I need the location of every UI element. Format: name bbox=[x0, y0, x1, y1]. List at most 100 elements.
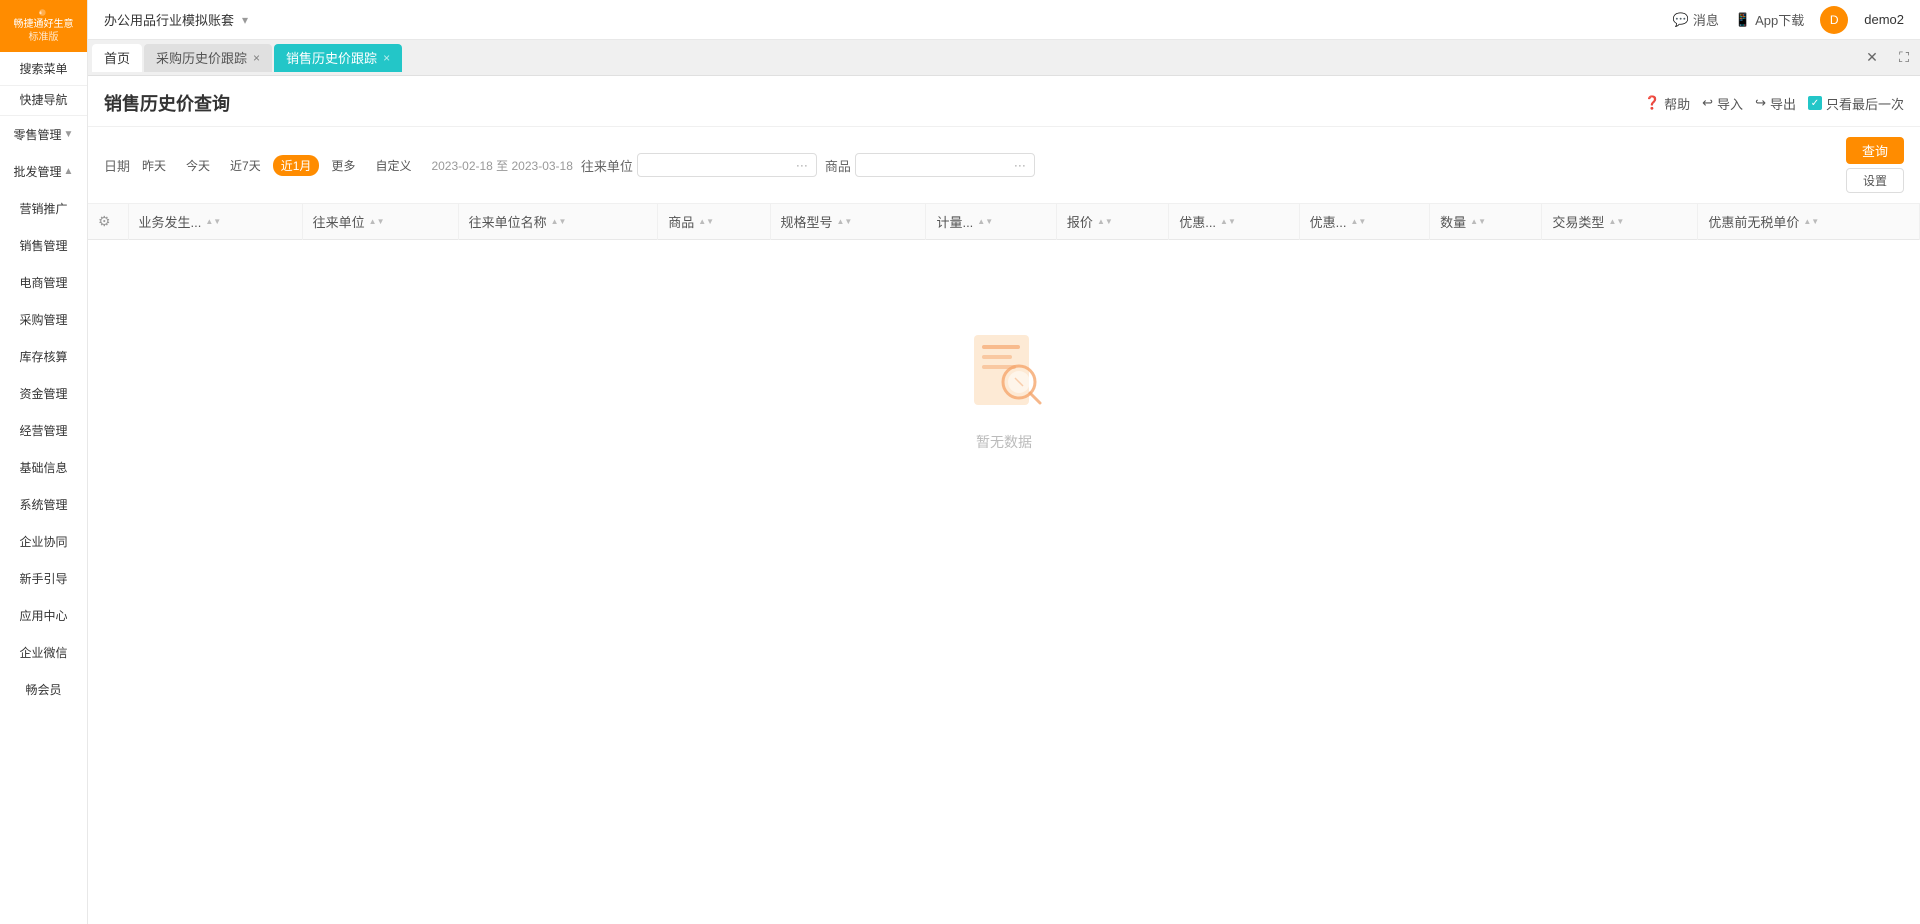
sidebar-item-inventory[interactable]: 库存核算 bbox=[0, 338, 87, 375]
checkbox-teal-icon: ✓ bbox=[1808, 96, 1822, 110]
col-biz-date[interactable]: 业务发生... ▲▼ bbox=[128, 204, 302, 240]
help-icon: ❓ bbox=[1644, 95, 1660, 111]
app-download-button[interactable]: 📱 App下载 bbox=[1735, 10, 1804, 29]
date-option-last7[interactable]: 近7天 bbox=[222, 155, 269, 176]
sidebar-item-vip[interactable]: 畅会员 bbox=[0, 671, 87, 708]
col-quantity[interactable]: 数量 ▲▼ bbox=[1430, 204, 1542, 240]
product-filter: 商品 ··· bbox=[825, 153, 1035, 177]
tab-purchase-close-icon[interactable]: × bbox=[253, 51, 260, 65]
sidebar-item-basics[interactable]: 基础信息 bbox=[0, 449, 87, 486]
col-spec[interactable]: 规格型号 ▲▼ bbox=[770, 204, 926, 240]
sidebar-item-newbie[interactable]: 新手引导 bbox=[0, 560, 87, 597]
sort-icon: ▲▼ bbox=[1803, 217, 1819, 226]
search-menu[interactable]: 搜索菜单 bbox=[0, 52, 87, 86]
quick-nav[interactable]: 快捷导航 bbox=[0, 86, 87, 116]
close-tab-button[interactable]: ✕ bbox=[1860, 46, 1884, 70]
sort-icon: ▲▼ bbox=[698, 217, 714, 226]
sidebar-item-wholesale[interactable]: 批发管理 ▲ bbox=[0, 153, 87, 190]
col-product-label: 商品 bbox=[668, 212, 694, 231]
help-label: 帮助 bbox=[1664, 94, 1690, 113]
system-label: 系统管理 bbox=[19, 496, 67, 513]
col-counterpart-name-label: 往来单位名称 bbox=[469, 212, 547, 231]
sidebar-item-marketing[interactable]: 营销推广 bbox=[0, 190, 87, 227]
col-quote[interactable]: 报价 ▲▼ bbox=[1056, 204, 1168, 240]
date-option-today[interactable]: 今天 bbox=[178, 155, 218, 176]
gear-icon: ⚙ bbox=[98, 213, 111, 229]
sort-icon: ▲▼ bbox=[1351, 217, 1367, 226]
topbar-left: 办公用品行业模拟账套 ▾ bbox=[104, 10, 248, 29]
topbar-title: 办公用品行业模拟账套 bbox=[104, 10, 234, 29]
col-pre-tax-price[interactable]: 优惠前无税单价 ▲▼ bbox=[1698, 204, 1920, 240]
date-option-yesterday[interactable]: 昨天 bbox=[134, 155, 174, 176]
sort-icon: ▲▼ bbox=[977, 217, 993, 226]
col-discount1[interactable]: 优惠... ▲▼ bbox=[1169, 204, 1299, 240]
message-label: 消息 bbox=[1693, 10, 1719, 29]
only-last-label: 只看最后一次 bbox=[1826, 94, 1904, 113]
tab-home-label: 首页 bbox=[104, 48, 130, 67]
purchase-label: 采购管理 bbox=[19, 311, 67, 328]
sidebar-item-finance[interactable]: 资金管理 bbox=[0, 375, 87, 412]
app-name: 畅捷通好生意 bbox=[14, 19, 74, 31]
sidebar-item-purchase[interactable]: 采购管理 bbox=[0, 301, 87, 338]
sidebar-item-system[interactable]: 系统管理 bbox=[0, 486, 87, 523]
inventory-label: 库存核算 bbox=[19, 348, 67, 365]
sort-icon: ▲▼ bbox=[1220, 217, 1236, 226]
sidebar-item-appcenter[interactable]: 应用中心 bbox=[0, 597, 87, 634]
date-filter: 日期 昨天 今天 近7天 近1月 更多 自定义 bbox=[104, 155, 419, 176]
counterpart-input[interactable]: ··· bbox=[637, 153, 817, 177]
sidebar-item-retail[interactable]: 零售管理 ▼ bbox=[0, 116, 87, 153]
col-unit[interactable]: 计量... ▲▼ bbox=[926, 204, 1056, 240]
date-option-more[interactable]: 更多 bbox=[323, 155, 363, 176]
query-button[interactable]: 查询 bbox=[1846, 137, 1904, 164]
main-content: 办公用品行业模拟账套 ▾ 💬 消息 📱 App下载 D demo2 首页 采购历… bbox=[88, 0, 1920, 924]
fullscreen-button[interactable]: ⛶ bbox=[1892, 46, 1916, 70]
col-biz-date-label: 业务发生... bbox=[139, 212, 202, 231]
product-input[interactable]: ··· bbox=[855, 153, 1035, 177]
topbar-dropdown-icon[interactable]: ▾ bbox=[242, 13, 248, 27]
tab-home[interactable]: 首页 bbox=[92, 44, 142, 72]
wechat-label: 企业微信 bbox=[19, 644, 67, 661]
col-settings[interactable]: ⚙ bbox=[88, 204, 128, 240]
tab-purchase-history[interactable]: 采购历史价跟踪 × bbox=[144, 44, 272, 72]
help-button[interactable]: ❓ 帮助 bbox=[1644, 94, 1690, 113]
empty-illustration bbox=[954, 320, 1054, 420]
page-title: 销售历史价查询 bbox=[104, 90, 230, 116]
sidebar-item-enterprise[interactable]: 企业协同 bbox=[0, 523, 87, 560]
date-options: 昨天 今天 近7天 近1月 更多 自定义 bbox=[134, 155, 419, 176]
col-counterpart-name[interactable]: 往来单位名称 ▲▼ bbox=[458, 204, 658, 240]
enterprise-label: 企业协同 bbox=[19, 533, 67, 550]
col-discount2[interactable]: 优惠... ▲▼ bbox=[1299, 204, 1429, 240]
sidebar-item-operations[interactable]: 经营管理 bbox=[0, 412, 87, 449]
tab-purchase-label: 采购历史价跟踪 bbox=[156, 48, 247, 67]
col-product[interactable]: 商品 ▲▼ bbox=[658, 204, 770, 240]
col-counterpart[interactable]: 往来单位 ▲▼ bbox=[302, 204, 458, 240]
only-last-checkbox[interactable]: ✓ 只看最后一次 bbox=[1808, 94, 1904, 113]
download-icon: 📱 bbox=[1735, 12, 1751, 28]
sidebar-item-ecommerce[interactable]: 电商管理 bbox=[0, 264, 87, 301]
message-button[interactable]: 💬 消息 bbox=[1673, 10, 1719, 29]
tab-sales-close-icon[interactable]: × bbox=[383, 51, 390, 65]
date-range: 2023-02-18 至 2023-03-18 bbox=[431, 157, 572, 174]
col-trade-type[interactable]: 交易类型 ▲▼ bbox=[1542, 204, 1698, 240]
sort-icon: ▲▼ bbox=[1097, 217, 1113, 226]
tab-sales-history[interactable]: 销售历史价跟踪 × bbox=[274, 44, 402, 72]
topbar: 办公用品行业模拟账套 ▾ 💬 消息 📱 App下载 D demo2 bbox=[88, 0, 1920, 40]
import-button[interactable]: ↩ 导入 bbox=[1702, 94, 1743, 113]
tabs-bar: 首页 采购历史价跟踪 × 销售历史价跟踪 × ✕ ⛶ bbox=[88, 40, 1920, 76]
user-avatar[interactable]: D bbox=[1820, 6, 1848, 34]
quick-nav-label: 快捷导航 bbox=[19, 93, 67, 107]
sidebar: 6 畅捷通好生意 标准版 搜索菜单 快捷导航 零售管理 ▼ 批发管理 ▲ 营销推… bbox=[0, 0, 88, 924]
search-label: 搜索菜单 bbox=[19, 62, 67, 76]
finance-label: 资金管理 bbox=[19, 385, 67, 402]
col-pre-tax-price-label: 优惠前无税单价 bbox=[1708, 212, 1799, 231]
date-option-last1m[interactable]: 近1月 bbox=[273, 155, 320, 176]
export-button[interactable]: ↪ 导出 bbox=[1755, 94, 1796, 113]
col-discount1-label: 优惠... bbox=[1179, 212, 1216, 231]
counterpart-dots: ··· bbox=[796, 158, 808, 172]
settings-button[interactable]: 设置 bbox=[1846, 168, 1904, 193]
sidebar-item-wechat[interactable]: 企业微信 bbox=[0, 634, 87, 671]
date-option-custom[interactable]: 自定义 bbox=[367, 155, 419, 176]
sidebar-item-sales[interactable]: 销售管理 bbox=[0, 227, 87, 264]
table-header-row: ⚙ 业务发生... ▲▼ 往来单位 ▲▼ bbox=[88, 204, 1920, 240]
sort-icon: ▲▼ bbox=[205, 217, 221, 226]
